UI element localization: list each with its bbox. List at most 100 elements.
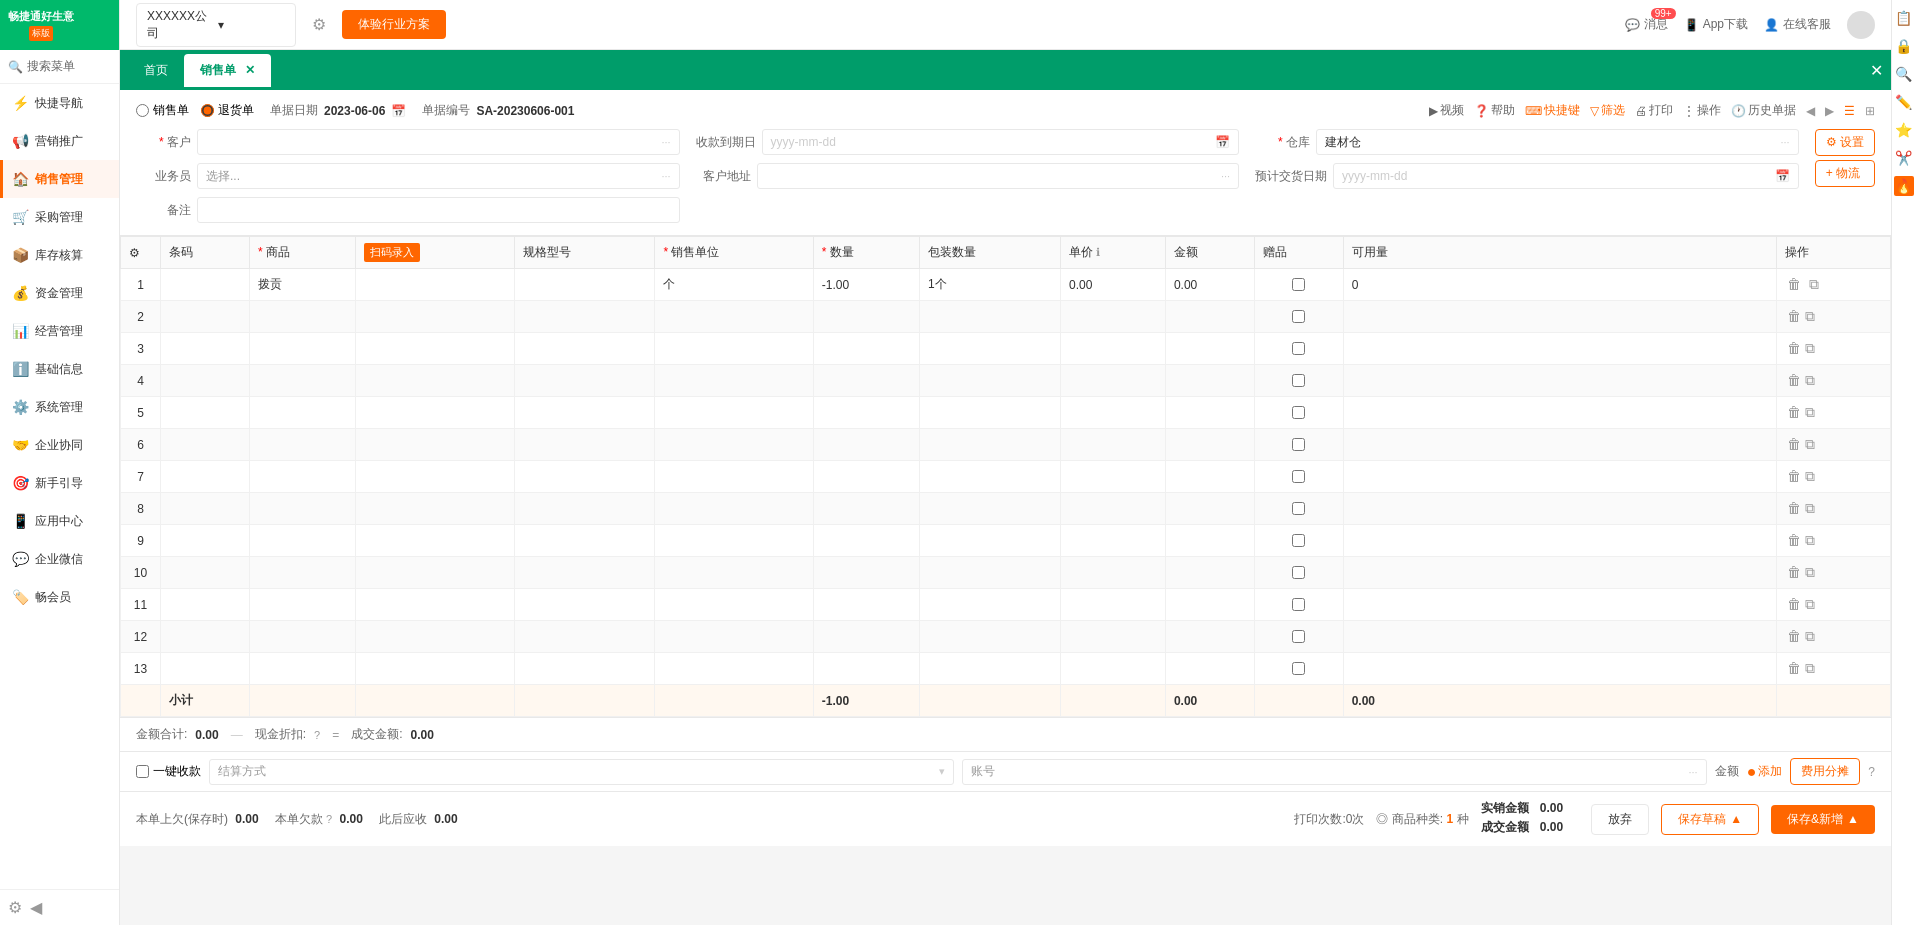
copy-row-icon[interactable]: ⧉ bbox=[1805, 628, 1815, 644]
copy-row-icon[interactable]: ⧉ bbox=[1805, 308, 1815, 324]
right-panel-icon-3[interactable]: 🔍 bbox=[1894, 64, 1914, 84]
right-panel-icon-5[interactable]: ⭐ bbox=[1894, 120, 1914, 140]
delete-row-icon[interactable]: 🗑 bbox=[1787, 564, 1801, 580]
row-barcode[interactable] bbox=[161, 269, 250, 301]
delete-row-icon[interactable]: 🗑 bbox=[1787, 340, 1801, 356]
total-owed-help-icon[interactable]: ? bbox=[326, 813, 332, 825]
customer-input[interactable]: ··· bbox=[197, 129, 680, 155]
delete-row-icon[interactable]: 🗑 bbox=[1787, 532, 1801, 548]
sidebar-item-sales[interactable]: 🏠 销售管理 bbox=[0, 160, 119, 198]
operations-action[interactable]: ⋮ 操作 bbox=[1683, 102, 1721, 119]
tab-sales-order[interactable]: 销售单 ✕ bbox=[184, 54, 271, 87]
settings-button[interactable]: ⚙ 设置 bbox=[1815, 129, 1875, 156]
nav-next-icon[interactable]: ▶ bbox=[1825, 104, 1834, 118]
delete-row-icon[interactable]: 🗑 bbox=[1787, 404, 1801, 420]
add-payment-button[interactable]: ● 添加 bbox=[1747, 763, 1783, 781]
one-click-payment-checkbox[interactable]: 一键收款 bbox=[136, 763, 201, 780]
sales-order-radio[interactable]: 销售单 bbox=[136, 102, 189, 119]
remarks-input[interactable] bbox=[197, 197, 680, 223]
copy-row-icon[interactable]: ⧉ bbox=[1809, 276, 1819, 292]
row-pkg[interactable]: 1个 bbox=[920, 269, 1061, 301]
sidebar-item-business[interactable]: 📊 经营管理 bbox=[0, 312, 119, 350]
save-new-button[interactable]: 保存&新增 ▲ bbox=[1771, 805, 1875, 834]
save-draft-button[interactable]: 保存草稿 ▲ bbox=[1661, 804, 1759, 835]
copy-row-icon[interactable]: ⧉ bbox=[1805, 596, 1815, 612]
online-service-button[interactable]: 👤 在线客服 bbox=[1764, 16, 1831, 33]
settings-bottom-icon[interactable]: ⚙ bbox=[8, 898, 22, 917]
row-goods[interactable]: 拨贡 bbox=[249, 269, 355, 301]
settings-gear-icon[interactable]: ⚙ bbox=[308, 11, 330, 38]
copy-row-icon[interactable]: ⧉ bbox=[1805, 436, 1815, 452]
payment-date-input[interactable]: yyyy-mm-dd 📅 bbox=[762, 129, 1240, 155]
sidebar-item-system[interactable]: ⚙️ 系统管理 bbox=[0, 388, 119, 426]
right-panel-icon-2[interactable]: 🔒 bbox=[1894, 36, 1914, 56]
delete-row-icon[interactable]: 🗑 bbox=[1787, 436, 1801, 452]
right-panel-icon-4[interactable]: ✏️ bbox=[1894, 92, 1914, 112]
sidebar-item-quick-nav[interactable]: ⚡ 快捷导航 bbox=[0, 84, 119, 122]
discount-help-icon[interactable]: ? bbox=[314, 729, 320, 741]
delete-row-icon[interactable]: 🗑 bbox=[1787, 500, 1801, 516]
copy-row-icon[interactable]: ⧉ bbox=[1805, 372, 1815, 388]
avatar[interactable] bbox=[1847, 11, 1875, 39]
salesperson-input[interactable]: 选择... ··· bbox=[197, 163, 680, 189]
nav-prev-icon[interactable]: ◀ bbox=[1806, 104, 1815, 118]
copy-row-icon[interactable]: ⧉ bbox=[1805, 532, 1815, 548]
video-action[interactable]: ▶ 视频 bbox=[1429, 102, 1464, 119]
row-amount[interactable]: 0.00 bbox=[1165, 269, 1254, 301]
copy-row-icon[interactable]: ⧉ bbox=[1805, 404, 1815, 420]
delete-row-icon[interactable]: 🗑 bbox=[1787, 628, 1801, 644]
collapse-icon[interactable]: ◀ bbox=[30, 898, 42, 917]
calendar-icon[interactable]: 📅 bbox=[391, 104, 406, 118]
sidebar-item-guide[interactable]: 🎯 新手引导 bbox=[0, 464, 119, 502]
payment-help-icon[interactable]: ? bbox=[1868, 765, 1875, 779]
copy-row-icon[interactable]: ⧉ bbox=[1805, 564, 1815, 580]
delete-row-icon[interactable]: 🗑 bbox=[1787, 372, 1801, 388]
discard-button[interactable]: 放弃 bbox=[1591, 804, 1649, 835]
copy-row-icon[interactable]: ⧉ bbox=[1805, 340, 1815, 356]
row-price[interactable]: 0.00 bbox=[1061, 269, 1166, 301]
col-scan[interactable]: 扫码录入 bbox=[356, 237, 514, 269]
sidebar-item-basic[interactable]: ℹ️ 基础信息 bbox=[0, 350, 119, 388]
sidebar-item-enterprise[interactable]: 🤝 企业协同 bbox=[0, 426, 119, 464]
tab-bar-close-icon[interactable]: ✕ bbox=[1870, 61, 1883, 80]
search-menu[interactable]: 🔍 搜索菜单 bbox=[0, 50, 119, 84]
history-action[interactable]: 🕐 历史单据 bbox=[1731, 102, 1796, 119]
sidebar-item-wechat[interactable]: 💬 企业微信 bbox=[0, 540, 119, 578]
delete-row-icon[interactable]: 🗑 bbox=[1787, 276, 1801, 292]
sidebar-item-finance[interactable]: 💰 资金管理 bbox=[0, 274, 119, 312]
row-spec[interactable] bbox=[514, 269, 655, 301]
shortcuts-action[interactable]: ⌨ 快捷键 bbox=[1525, 102, 1580, 119]
calc-method-input[interactable]: 结算方式 ▾ bbox=[209, 759, 954, 785]
company-selector[interactable]: XXXXXX公司 ▾ bbox=[136, 3, 296, 47]
tab-close-icon[interactable]: ✕ bbox=[245, 63, 255, 77]
message-button[interactable]: 💬 消息 99+ bbox=[1625, 16, 1668, 33]
payment-calendar-icon[interactable]: 📅 bbox=[1215, 135, 1230, 149]
right-panel-icon-7[interactable]: 🔥 bbox=[1894, 176, 1914, 196]
trial-button[interactable]: 体验行业方案 bbox=[342, 10, 446, 39]
sidebar-item-appstore[interactable]: 📱 应用中心 bbox=[0, 502, 119, 540]
grid-view-icon[interactable]: ⊞ bbox=[1865, 104, 1875, 118]
right-panel-icon-6[interactable]: ✂️ bbox=[1894, 148, 1914, 168]
sidebar-item-inventory[interactable]: 📦 库存核算 bbox=[0, 236, 119, 274]
row-qty[interactable]: -1.00 bbox=[813, 269, 919, 301]
delete-row-icon[interactable]: 🗑 bbox=[1787, 308, 1801, 324]
logistics-button[interactable]: + 物流 bbox=[1815, 160, 1875, 187]
delete-row-icon[interactable]: 🗑 bbox=[1787, 596, 1801, 612]
row-unit[interactable]: 个 bbox=[655, 269, 813, 301]
list-view-icon[interactable]: ☰ bbox=[1844, 104, 1855, 118]
delete-row-icon[interactable]: 🗑 bbox=[1787, 468, 1801, 484]
account-input[interactable]: 账号 ··· bbox=[962, 759, 1707, 785]
copy-row-icon[interactable]: ⧉ bbox=[1805, 468, 1815, 484]
sidebar-item-member[interactable]: 🏷️ 畅会员 bbox=[0, 578, 119, 616]
expected-date-input[interactable]: yyyy-mm-dd 📅 bbox=[1333, 163, 1799, 189]
row-gift[interactable] bbox=[1254, 269, 1343, 301]
right-panel-icon-1[interactable]: 📋 bbox=[1894, 8, 1914, 28]
copy-row-icon[interactable]: ⧉ bbox=[1805, 660, 1815, 676]
delete-row-icon[interactable]: 🗑 bbox=[1787, 660, 1801, 676]
app-download-button[interactable]: 📱 App下载 bbox=[1684, 16, 1748, 33]
sidebar-item-purchase[interactable]: 🛒 采购管理 bbox=[0, 198, 119, 236]
expected-calendar-icon[interactable]: 📅 bbox=[1775, 169, 1790, 183]
return-order-radio[interactable]: 退货单 bbox=[201, 102, 254, 119]
sidebar-item-marketing[interactable]: 📢 营销推广 bbox=[0, 122, 119, 160]
expense-split-button[interactable]: 费用分摊 bbox=[1790, 758, 1860, 785]
